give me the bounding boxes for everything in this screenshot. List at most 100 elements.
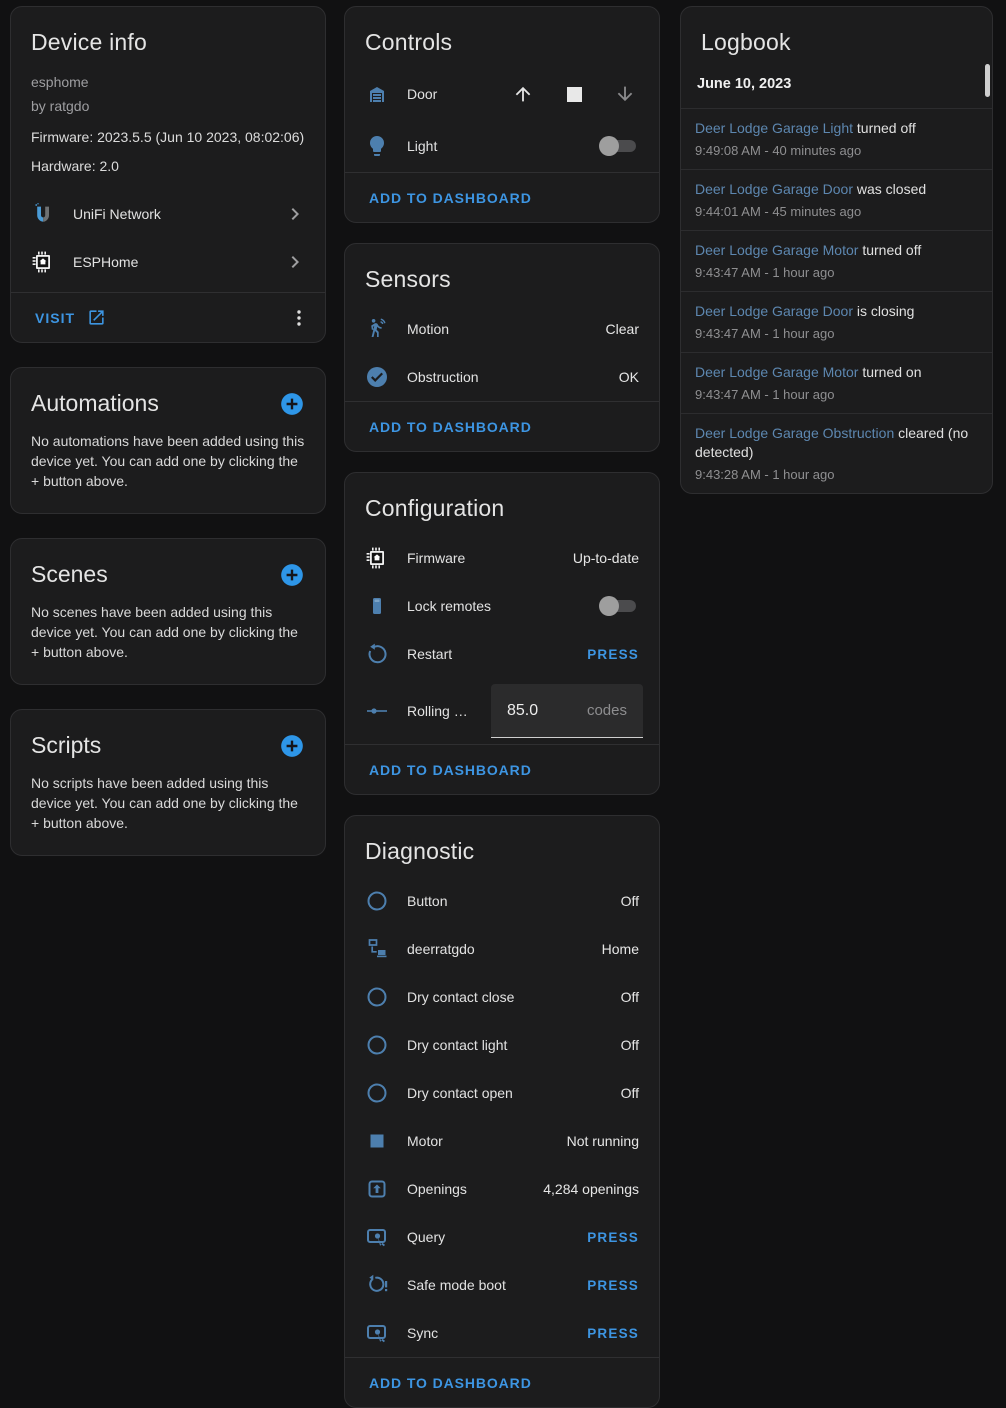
unifi-icon: [31, 202, 55, 226]
circle-outline-icon: [365, 889, 389, 913]
obstruction-row[interactable]: Obstruction OK: [345, 353, 659, 401]
motor-state: Not running: [566, 1133, 639, 1149]
add-automation-button[interactable]: [279, 391, 305, 417]
scenes-card: Scenes No scenes have been added using t…: [10, 538, 326, 685]
query-press-button[interactable]: PRESS: [587, 1230, 639, 1245]
deerratgdo-state: Home: [601, 941, 639, 957]
logbook-entity-link[interactable]: Deer Lodge Garage Motor: [695, 364, 858, 380]
query-label: Query: [407, 1229, 446, 1245]
button-label: Button: [407, 893, 448, 909]
device-model: esphome: [31, 74, 89, 90]
logbook-action: turned off: [862, 242, 922, 258]
dry-contact-light-row[interactable]: Dry contact light Off: [345, 1021, 659, 1069]
logbook-action: turned off: [856, 120, 916, 136]
rolling-code-row: Rolling co… 85.0 codes: [345, 678, 659, 744]
middle-column: Controls Door Light ADD TO DASHBOARD Sen…: [344, 6, 660, 1408]
restart-press-button[interactable]: PRESS: [587, 647, 639, 662]
restart-alert-icon: [365, 1273, 389, 1297]
add-to-dashboard-button[interactable]: ADD TO DASHBOARD: [369, 1375, 532, 1391]
diagnostic-card: Diagnostic Button Off deerratgdo Home Dr…: [344, 815, 660, 1408]
esphome-chip-icon: [31, 250, 55, 274]
light-toggle[interactable]: [599, 136, 639, 156]
safe-mode-boot-row[interactable]: Safe mode boot PRESS: [345, 1261, 659, 1309]
sensors-card: Sensors Motion Clear Obstruction OK ADD …: [344, 243, 660, 452]
lock-remotes-toggle[interactable]: [599, 596, 639, 616]
logbook-entry: Deer Lodge Garage Door was closed 9:44:0…: [681, 169, 992, 230]
check-circle-icon: [365, 365, 389, 389]
add-to-dashboard-button[interactable]: ADD TO DASHBOARD: [369, 762, 532, 778]
circle-outline-icon: [365, 1033, 389, 1057]
query-row[interactable]: Query PRESS: [345, 1213, 659, 1261]
garage-door-icon: [365, 82, 389, 106]
more-options-icon[interactable]: [287, 306, 311, 330]
open-in-new-icon: [87, 308, 106, 327]
motion-sensor-icon: [365, 317, 389, 341]
add-to-dashboard-button[interactable]: ADD TO DASHBOARD: [369, 190, 532, 206]
sync-row[interactable]: Sync PRESS: [345, 1309, 659, 1357]
logbook-entry: Deer Lodge Garage Door is closing 9:43:4…: [681, 291, 992, 352]
device-firmware: Firmware: 2023.5.5 (Jun 10 2023, 08:02:0…: [31, 129, 305, 145]
light-row[interactable]: Light: [345, 120, 659, 172]
automations-header: Automations: [11, 368, 325, 425]
sync-press-button[interactable]: PRESS: [587, 1326, 639, 1341]
motor-row[interactable]: Motor Not running: [345, 1117, 659, 1165]
logbook-entity-link[interactable]: Deer Lodge Garage Motor: [695, 242, 858, 258]
arrow-up-box-icon: [365, 1177, 389, 1201]
logbook-entity-link[interactable]: Deer Lodge Garage Door: [695, 303, 853, 319]
logbook-timestamp: 9:43:47 AM - 1 hour ago: [695, 387, 835, 402]
visit-button[interactable]: VISIT: [35, 308, 106, 327]
logbook-entity-link[interactable]: Deer Lodge Garage Door: [695, 181, 853, 197]
button-row[interactable]: Button Off: [345, 877, 659, 925]
door-close-button[interactable]: [614, 83, 636, 105]
dry-contact-close-row[interactable]: Dry contact close Off: [345, 973, 659, 1021]
configuration-footer: ADD TO DASHBOARD: [345, 744, 659, 794]
device-info-footer: VISIT: [11, 292, 325, 342]
circle-outline-icon: [365, 985, 389, 1009]
scenes-title: Scenes: [31, 561, 108, 587]
door-row[interactable]: Door: [345, 68, 659, 120]
add-scene-button[interactable]: [279, 562, 305, 588]
rolling-code-input[interactable]: 85.0 codes: [491, 684, 643, 738]
add-to-dashboard-button[interactable]: ADD TO DASHBOARD: [369, 419, 532, 435]
motion-state: Clear: [605, 321, 639, 337]
restart-row[interactable]: Restart PRESS: [345, 630, 659, 678]
sensors-footer: ADD TO DASHBOARD: [345, 401, 659, 451]
tap-button-icon: [365, 1321, 389, 1345]
left-column: Device info esphome by ratgdo Firmware: …: [10, 6, 326, 856]
dry-contact-open-row[interactable]: Dry contact open Off: [345, 1069, 659, 1117]
logbook-timestamp: 9:43:47 AM - 1 hour ago: [695, 265, 835, 280]
automations-card: Automations No automations have been add…: [10, 367, 326, 514]
right-column: Logbook June 10, 2023 Deer Lodge Garage …: [680, 6, 993, 494]
lock-remotes-row[interactable]: Lock remotes: [345, 582, 659, 630]
add-script-button[interactable]: [279, 733, 305, 759]
logbook-entity-link[interactable]: Deer Lodge Garage Obstruction: [695, 425, 894, 441]
logbook-scrollbar[interactable]: [985, 64, 990, 97]
device-hardware: Hardware: 2.0: [31, 158, 119, 174]
dry-contact-light-label: Dry contact light: [407, 1037, 508, 1053]
safe-mode-press-button[interactable]: PRESS: [587, 1278, 639, 1293]
integration-list: UniFi Network ESPHome: [11, 190, 325, 292]
visit-label: VISIT: [35, 309, 76, 326]
scenes-header: Scenes: [11, 539, 325, 596]
integration-row-unifi[interactable]: UniFi Network: [11, 190, 325, 238]
deerratgdo-row[interactable]: deerratgdo Home: [345, 925, 659, 973]
logbook-entity-link[interactable]: Deer Lodge Garage Light: [695, 120, 853, 136]
integration-label: ESPHome: [73, 254, 139, 270]
restart-icon: [365, 642, 389, 666]
deerratgdo-label: deerratgdo: [407, 941, 475, 957]
scenes-empty-text: No scenes have been added using this dev…: [31, 604, 298, 660]
firmware-row[interactable]: Firmware Up-to-date: [345, 534, 659, 582]
openings-row[interactable]: Openings 4,284 openings: [345, 1165, 659, 1213]
door-stop-button[interactable]: [563, 83, 585, 105]
integration-row-esphome[interactable]: ESPHome: [11, 238, 325, 286]
logbook-date-header: June 10, 2023: [697, 76, 792, 92]
configuration-title: Configuration: [365, 495, 505, 521]
dry-contact-close-state: Off: [620, 989, 639, 1005]
openings-label: Openings: [407, 1181, 467, 1197]
motion-row[interactable]: Motion Clear: [345, 305, 659, 353]
logbook-timestamp: 9:43:47 AM - 1 hour ago: [695, 326, 835, 341]
door-open-button[interactable]: [512, 83, 534, 105]
button-state: Off: [620, 893, 639, 909]
scripts-header: Scripts: [11, 710, 325, 767]
network-icon: [365, 937, 389, 961]
